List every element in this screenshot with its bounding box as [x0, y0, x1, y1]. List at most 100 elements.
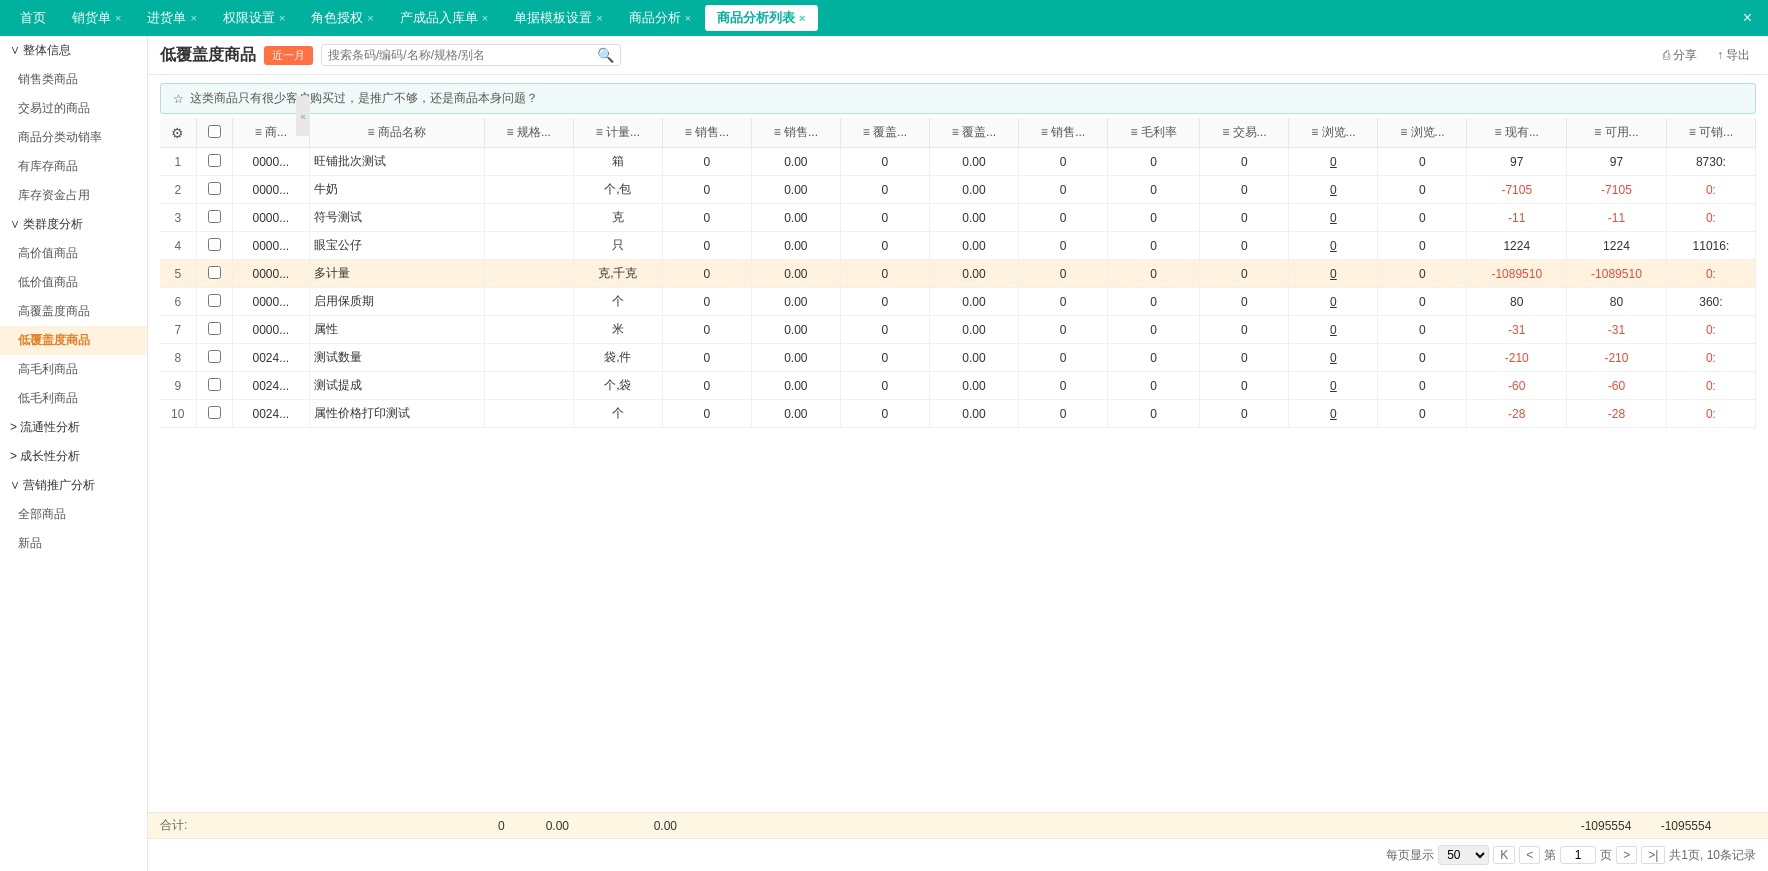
col-stock3-header: ≡ 可销...	[1666, 118, 1755, 148]
row-checkbox[interactable]	[196, 260, 233, 288]
nav-product-analysis-close[interactable]: ×	[685, 12, 691, 24]
row-c1: 0	[840, 204, 929, 232]
row-b1[interactable]: 0	[1289, 372, 1378, 400]
nav-product-analysis-list[interactable]: 商品分析列表 ×	[705, 5, 817, 31]
row-checkbox[interactable]	[196, 400, 233, 428]
row-num: 3	[160, 204, 196, 232]
sidebar-collapse-button[interactable]: «	[296, 96, 310, 136]
nav-roles-close[interactable]: ×	[367, 12, 373, 24]
row-c2: 0.00	[929, 288, 1018, 316]
row-margin: 0	[1107, 260, 1199, 288]
first-page-button[interactable]: K	[1493, 846, 1515, 864]
page-size-label: 每页显示	[1386, 847, 1434, 864]
row-checkbox[interactable]	[196, 148, 233, 176]
sidebar-item-sales-goods[interactable]: 销售类商品	[0, 65, 147, 94]
sidebar-item-high-value[interactable]: 高价值商品	[0, 239, 147, 268]
row-b1[interactable]: 0	[1289, 148, 1378, 176]
sidebar-item-all-goods[interactable]: 全部商品	[0, 500, 147, 529]
share-button[interactable]: ⎙ 分享	[1657, 45, 1703, 66]
row-c2: 0.00	[929, 372, 1018, 400]
row-checkbox[interactable]	[196, 372, 233, 400]
sidebar-item-stock-capital[interactable]: 库存资金占用	[0, 181, 147, 210]
sidebar-item-low-value[interactable]: 低价值商品	[0, 268, 147, 297]
row-unit: 箱	[573, 148, 662, 176]
nav-template-close[interactable]: ×	[596, 12, 602, 24]
row-c1: 0	[840, 260, 929, 288]
sidebar-section-cluster[interactable]: ∨ 类群度分析	[0, 210, 147, 239]
nav-product-inbound[interactable]: 产成品入库单 ×	[388, 5, 500, 31]
nav-purchase-close[interactable]: ×	[190, 12, 196, 24]
row-c1: 0	[840, 148, 929, 176]
row-b1[interactable]: 0	[1289, 288, 1378, 316]
sidebar-item-new-goods[interactable]: 新品	[0, 529, 147, 558]
settings-icon[interactable]: ⚙	[171, 125, 184, 141]
row-b1[interactable]: 0	[1289, 204, 1378, 232]
page-size-select[interactable]: 50 100 200	[1438, 845, 1489, 865]
row-stock2: -210	[1567, 344, 1667, 372]
row-stock1: -60	[1467, 372, 1567, 400]
row-unit: 袋,件	[573, 344, 662, 372]
nav-product-analysis-list-close[interactable]: ×	[799, 12, 805, 24]
nav-sales-close[interactable]: ×	[115, 12, 121, 24]
row-checkbox[interactable]	[196, 232, 233, 260]
sidebar-item-low-coverage[interactable]: 低覆盖度商品	[0, 326, 147, 355]
sidebar-item-category-rate[interactable]: 商品分类动销率	[0, 123, 147, 152]
nav-permissions-close[interactable]: ×	[279, 12, 285, 24]
row-b1[interactable]: 0	[1289, 232, 1378, 260]
row-margin: 0	[1107, 344, 1199, 372]
next-page-button[interactable]: >	[1616, 846, 1637, 864]
window-close-button[interactable]: ×	[1735, 9, 1760, 27]
select-all-checkbox[interactable]	[208, 125, 221, 138]
row-margin: 0	[1107, 148, 1199, 176]
sidebar-item-high-coverage[interactable]: 高覆盖度商品	[0, 297, 147, 326]
sidebar-item-low-margin[interactable]: 低毛利商品	[0, 384, 147, 413]
row-checkbox[interactable]	[196, 344, 233, 372]
prev-page-button[interactable]: <	[1519, 846, 1540, 864]
row-b1[interactable]: 0	[1289, 260, 1378, 288]
row-num: 9	[160, 372, 196, 400]
nav-home[interactable]: 首页	[8, 5, 58, 31]
row-name: 旺铺批次测试	[309, 148, 484, 176]
row-b1[interactable]: 0	[1289, 344, 1378, 372]
sidebar-item-high-margin[interactable]: 高毛利商品	[0, 355, 147, 384]
nav-roles[interactable]: 角色授权 ×	[299, 5, 385, 31]
table-row: 4 0000... 眼宝公仔 只 0 0.00 0 0.00 0 0 0 0 0…	[160, 232, 1756, 260]
last-page-button[interactable]: >|	[1641, 846, 1665, 864]
sidebar-item-in-stock[interactable]: 有库存商品	[0, 152, 147, 181]
filter-period-button[interactable]: 近一月	[264, 46, 313, 65]
row-checkbox[interactable]	[196, 204, 233, 232]
nav-permissions[interactable]: 权限设置 ×	[211, 5, 297, 31]
nav-purchase[interactable]: 进货单 ×	[135, 5, 208, 31]
row-code: 0024...	[233, 372, 309, 400]
sidebar-item-traded-goods[interactable]: 交易过的商品	[0, 94, 147, 123]
row-b1[interactable]: 0	[1289, 176, 1378, 204]
row-stock2: -7105	[1567, 176, 1667, 204]
row-checkbox[interactable]	[196, 316, 233, 344]
row-checkbox[interactable]	[196, 288, 233, 316]
search-input[interactable]	[328, 48, 593, 62]
row-b1[interactable]: 0	[1289, 400, 1378, 428]
row-trade: 0	[1200, 344, 1289, 372]
sidebar-section-marketing[interactable]: ∨ 营销推广分析	[0, 471, 147, 500]
row-b2: 0	[1378, 400, 1467, 428]
nav-sales[interactable]: 销货单 ×	[60, 5, 133, 31]
row-b1[interactable]: 0	[1289, 316, 1378, 344]
row-num: 10	[160, 400, 196, 428]
col-checkbox[interactable]	[196, 118, 233, 148]
row-num: 6	[160, 288, 196, 316]
export-button[interactable]: ↑ 导出	[1711, 45, 1756, 66]
row-checkbox[interactable]	[196, 176, 233, 204]
nav-product-inbound-close[interactable]: ×	[482, 12, 488, 24]
col-settings[interactable]: ⚙	[160, 118, 196, 148]
nav-product-analysis[interactable]: 商品分析 ×	[617, 5, 703, 31]
search-icon[interactable]: 🔍	[597, 47, 614, 63]
sidebar-section-overall[interactable]: ∨ 整体信息	[0, 36, 147, 65]
sidebar-section-flow[interactable]: > 流通性分析	[0, 413, 147, 442]
sidebar-section-growth[interactable]: > 成长性分析	[0, 442, 147, 471]
row-c1: 0	[840, 344, 929, 372]
row-c1: 0	[840, 176, 929, 204]
row-c1: 0	[840, 316, 929, 344]
page-number-input[interactable]	[1560, 846, 1596, 864]
nav-template[interactable]: 单据模板设置 ×	[502, 5, 614, 31]
row-code: 0024...	[233, 344, 309, 372]
